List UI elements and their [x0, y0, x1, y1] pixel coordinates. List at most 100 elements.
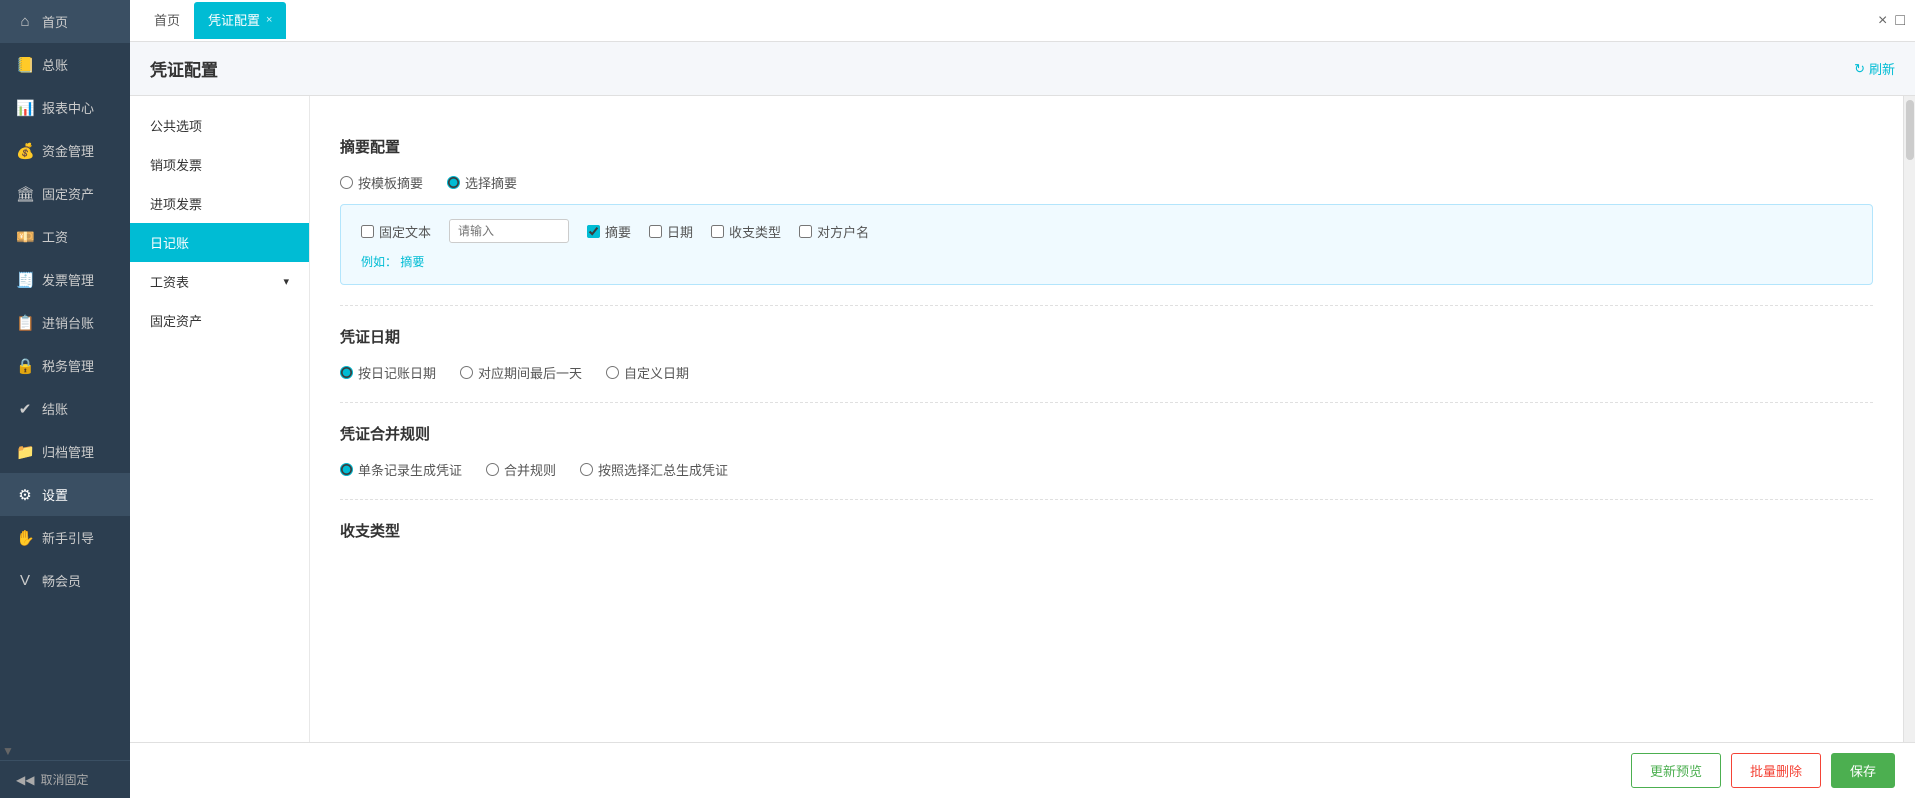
tab-close-voucher[interactable]: × — [266, 14, 272, 26]
sidebar-item-tax[interactable]: 🔒 税务管理 — [0, 344, 130, 387]
radio-merge-rule[interactable]: 合并规则 — [486, 460, 556, 479]
sidebar-item-invoice[interactable]: 🧾 发票管理 — [0, 258, 130, 301]
close-window-btn[interactable]: × — [1878, 12, 1887, 30]
radio-journal-date-input[interactable] — [340, 366, 353, 379]
abstract-radio-group: 按模板摘要 选择摘要 — [340, 173, 1873, 192]
sidebar-label-home: 首页 — [42, 12, 68, 31]
section-income-type-title: 收支类型 — [340, 520, 1873, 541]
sidebar-icon-tax: 🔒 — [16, 357, 34, 375]
left-nav-label-purchase_inv: 进项发票 — [150, 194, 202, 213]
checkbox-row: 固定文本 摘要 日期 — [361, 219, 1852, 243]
radio-select-merge[interactable]: 按照选择汇总生成凭证 — [580, 460, 728, 479]
sidebar-item-reports[interactable]: 📊 报表中心 — [0, 86, 130, 129]
sidebar-item-funds[interactable]: 💰资金管理 — [0, 129, 130, 172]
left-nav-label-public: 公共选项 — [150, 116, 202, 135]
sidebar-item-settle[interactable]: ✔结账 — [0, 387, 130, 430]
checkbox-counterpart-input[interactable] — [799, 225, 812, 238]
sidebar-icon-guide: ✋ — [16, 529, 34, 547]
left-nav-item-purchase_inv[interactable]: 进项发票 — [130, 184, 309, 223]
checkbox-fixed-text-input[interactable] — [361, 225, 374, 238]
body-layout: 公共选项销项发票进项发票日记账工资表 ▾ 固定资产 摘要配置 按模板摘要 选择摘要 — [130, 96, 1915, 742]
checkbox-abstract-input[interactable] — [587, 225, 600, 238]
sidebar-label-purchase: 进销台账 — [42, 313, 94, 332]
scroll-indicator — [1903, 96, 1915, 742]
sidebar-scroll-down[interactable]: ▼ — [0, 742, 130, 760]
radio-journal-date[interactable]: 按日记账日期 — [340, 363, 436, 382]
radio-template-abstract[interactable]: 按模板摘要 — [340, 173, 423, 192]
sidebar-item-salary[interactable]: 💴工资 — [0, 215, 130, 258]
sidebar-pin-toggle[interactable]: ◀◀ 取消固定 — [0, 760, 130, 798]
bulk-delete-button[interactable]: 批量删除 — [1731, 753, 1821, 788]
left-nav-label-fixed_assets: 固定资产 — [150, 311, 202, 330]
content-wrapper: 凭证配置 ↻ 刷新 公共选项销项发票进项发票日记账工资表 ▾ 固定资产 摘要配置 — [130, 42, 1915, 798]
radio-template-abstract-input[interactable] — [340, 176, 353, 189]
radio-single-input[interactable] — [340, 463, 353, 476]
tab-home[interactable]: 首页 — [140, 2, 194, 39]
page-title: 凭证配置 — [150, 56, 218, 81]
tab-bar: 首页凭证配置× × □ — [130, 0, 1915, 42]
refresh-label: 刷新 — [1869, 59, 1895, 78]
radio-select-abstract-input[interactable] — [447, 176, 460, 189]
left-nav-label-journal: 日记账 — [150, 233, 189, 252]
main-area: 首页凭证配置× × □ 凭证配置 ↻ 刷新 公共选项销项发票进项发票日记账工资表… — [130, 0, 1915, 798]
pin-icon: ◀◀ — [16, 773, 34, 787]
section-merge: 凭证合并规则 单条记录生成凭证 合并规则 按照选择汇总生成凭证 — [340, 403, 1873, 500]
left-nav-item-payroll[interactable]: 工资表 ▾ — [130, 262, 309, 301]
radio-single[interactable]: 单条记录生成凭证 — [340, 460, 462, 479]
left-nav-label-payroll: 工资表 — [150, 272, 189, 291]
checkbox-abstract[interactable]: 摘要 — [587, 222, 631, 241]
sidebar-label-invoice: 发票管理 — [42, 270, 94, 289]
chevron-down-icon: ▾ — [283, 275, 289, 288]
left-nav-item-public[interactable]: 公共选项 — [130, 106, 309, 145]
sidebar-label-tax: 税务管理 — [42, 356, 94, 375]
sidebar-icon-reports: 📊 — [16, 99, 34, 117]
radio-custom-date-input[interactable] — [606, 366, 619, 379]
sidebar-icon-invoice: 🧾 — [16, 271, 34, 289]
checkbox-counterpart[interactable]: 对方户名 — [799, 222, 869, 241]
page-header: 凭证配置 ↻ 刷新 — [130, 42, 1915, 96]
radio-period-last-input[interactable] — [460, 366, 473, 379]
refresh-button[interactable]: ↻ 刷新 — [1854, 59, 1895, 78]
left-nav-label-sales: 销项发票 — [150, 155, 202, 174]
tab-voucher[interactable]: 凭证配置× — [194, 2, 286, 39]
radio-merge-rule-input[interactable] — [486, 463, 499, 476]
left-nav-item-sales[interactable]: 销项发票 — [130, 145, 309, 184]
sidebar-item-archive[interactable]: 📁归档管理 — [0, 430, 130, 473]
fixed-text-input[interactable] — [449, 219, 569, 243]
sidebar-item-guide[interactable]: ✋新手引导 — [0, 516, 130, 559]
section-income-type: 收支类型 — [340, 500, 1873, 577]
bottom-bar: 更新预览 批量删除 保存 — [130, 742, 1915, 798]
update-preview-button[interactable]: 更新预览 — [1631, 753, 1721, 788]
radio-select-abstract[interactable]: 选择摘要 — [447, 173, 517, 192]
radio-period-last[interactable]: 对应期间最后一天 — [460, 363, 582, 382]
radio-custom-date[interactable]: 自定义日期 — [606, 363, 689, 382]
sidebar-label-vip: 畅会员 — [42, 571, 81, 590]
sidebar-item-purchase[interactable]: 📋进销台账 — [0, 301, 130, 344]
checkbox-date-input[interactable] — [649, 225, 662, 238]
sidebar-label-archive: 归档管理 — [42, 442, 94, 461]
date-radio-group: 按日记账日期 对应期间最后一天 自定义日期 — [340, 363, 1873, 382]
pin-label: 取消固定 — [40, 771, 88, 788]
left-nav-item-journal[interactable]: 日记账 — [130, 223, 309, 262]
left-nav: 公共选项销项发票进项发票日记账工资表 ▾ 固定资产 — [130, 96, 310, 742]
sidebar-item-vip[interactable]: V畅会员 — [0, 559, 130, 602]
save-button[interactable]: 保存 — [1831, 753, 1895, 788]
left-nav-item-fixed_assets[interactable]: 固定资产 — [130, 301, 309, 340]
radio-select-merge-input[interactable] — [580, 463, 593, 476]
sidebar-label-assets: 固定资产 — [42, 184, 94, 203]
sidebar-item-settings[interactable]: ⚙设置 — [0, 473, 130, 516]
checkbox-income-type[interactable]: 收支类型 — [711, 222, 781, 241]
sidebar-item-home[interactable]: ⌂首页 — [0, 0, 130, 43]
sidebar-label-settings: 设置 — [42, 485, 68, 504]
sidebar-item-assets[interactable]: 🏛固定资产 — [0, 172, 130, 215]
checkbox-date[interactable]: 日期 — [649, 222, 693, 241]
checkbox-fixed-text[interactable]: 固定文本 — [361, 222, 431, 241]
section-abstract-title: 摘要配置 — [340, 136, 1873, 157]
checkbox-income-type-input[interactable] — [711, 225, 724, 238]
restore-window-btn[interactable]: □ — [1895, 12, 1905, 30]
scroll-thumb[interactable] — [1906, 100, 1914, 160]
sidebar-item-ledger[interactable]: 📒总账 — [0, 43, 130, 86]
sidebar-label-reports: 报表中心 — [42, 98, 94, 117]
refresh-icon: ↻ — [1854, 61, 1865, 77]
section-merge-title: 凭证合并规则 — [340, 423, 1873, 444]
